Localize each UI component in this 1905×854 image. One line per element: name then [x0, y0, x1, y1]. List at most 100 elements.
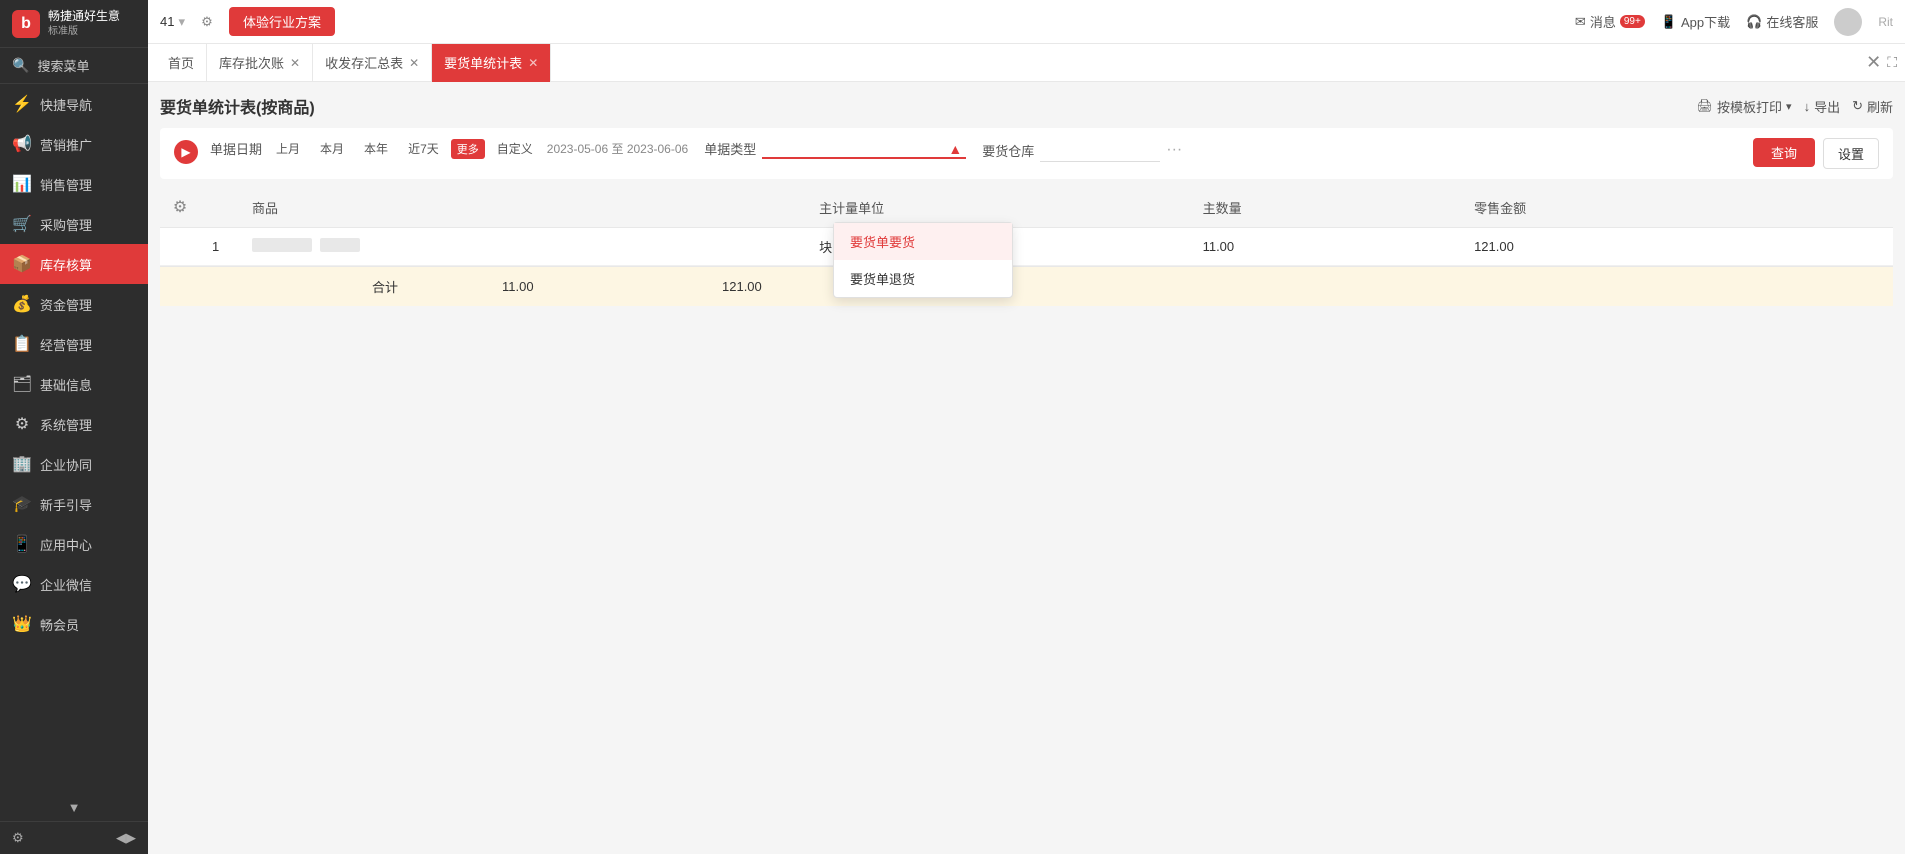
- date-btn-this-year[interactable]: 本年: [356, 138, 396, 159]
- date-btn-more[interactable]: 更多: [451, 139, 485, 159]
- trial-button[interactable]: 体验行业方案: [229, 7, 335, 36]
- tab-close-receive[interactable]: ✕: [409, 56, 419, 70]
- sidebar-item-inventory[interactable]: 📦 库存核算: [0, 244, 148, 284]
- message-icon: ✉: [1575, 14, 1586, 30]
- sidebar-item-operations[interactable]: 📋 经营管理: [0, 324, 148, 364]
- col-product-header: 商品: [240, 187, 807, 228]
- tab-order-summary[interactable]: 要货单统计表 ✕: [432, 44, 551, 82]
- table-row: 1 块 11.00 121.00: [160, 228, 1893, 266]
- app-logo-text: 畅捷通好生意 标准版: [48, 9, 120, 38]
- tab-maximize-icon[interactable]: ⛶: [1887, 54, 1897, 71]
- sidebar-item-purchase[interactable]: 🛒 采购管理: [0, 204, 148, 244]
- filter-group: 单据日期 上月 本月 本年 近7天 更多 自定义 2023-05-06 至 20…: [210, 138, 1741, 162]
- tab-receive-summary[interactable]: 收发存汇总表 ✕: [313, 44, 432, 82]
- page-actions: 🖨 按模板打印 ▾ ↓ 导出 ↻ 刷新: [1697, 97, 1894, 116]
- refresh-action[interactable]: ↻ 刷新: [1852, 97, 1893, 116]
- query-button[interactable]: 查询: [1753, 138, 1815, 167]
- sidebar-item-marketing[interactable]: 📢 营销推广: [0, 124, 148, 164]
- tab-close-all-icon[interactable]: ✕: [1866, 52, 1881, 73]
- page-title-bar: 要货单统计表(按商品) 🖨 按模板打印 ▾ ↓ 导出 ↻ 刷新: [160, 94, 1893, 118]
- sidebar-settings-icon[interactable]: ⚙: [12, 830, 24, 846]
- type-select[interactable]: ▲: [762, 138, 966, 159]
- top-bar: 41 ▾ ⚙ 体验行业方案 ✉ 消息 99+ 📱 App下载 🎧 在线客服 Ri…: [148, 0, 1905, 44]
- page-title: 要货单统计表(按商品): [160, 94, 315, 118]
- date-btn-custom[interactable]: 自定义: [489, 138, 541, 159]
- col-qty-header: 主数量: [1191, 187, 1462, 228]
- date-btn-this-month[interactable]: 本月: [312, 138, 352, 159]
- chevron-down-icon: ▾: [178, 14, 185, 30]
- col-settings-header[interactable]: ⚙: [160, 187, 200, 228]
- nav-icon-basic-info: 🗂: [12, 374, 32, 394]
- sidebar-collapse-icon[interactable]: ◀▶: [116, 830, 136, 846]
- dropdown-item-order-goods[interactable]: 要货单要货: [834, 223, 1012, 260]
- type-dropdown: 要货单要货 要货单退货: [833, 222, 1013, 298]
- nav-icon-system: ⚙: [12, 414, 32, 434]
- messages-badge: 99+: [1620, 15, 1645, 28]
- user-name: Rit: [1878, 15, 1893, 29]
- nav-icon-enterprise: 🏢: [12, 454, 32, 474]
- top-bar-right: ✉ 消息 99+ 📱 App下载 🎧 在线客服 Rit: [1575, 8, 1893, 36]
- sidebar-item-enterprise[interactable]: 🏢 企业协同: [0, 444, 148, 484]
- date-btn-last-month[interactable]: 上月: [268, 138, 308, 159]
- col-seq-header: [200, 187, 240, 228]
- sidebar-scroll-down[interactable]: ▼: [0, 794, 148, 821]
- table-section: ⚙ 商品 主计量单位 主数量 零售金额 1: [160, 187, 1893, 306]
- warehouse-select[interactable]: [1040, 138, 1160, 162]
- filter-type: 单据类型 ▲: [704, 138, 966, 159]
- tab-bar: 首页 库存批次账 ✕ 收发存汇总表 ✕ 要货单统计表 ✕ ✕ ⛶: [148, 44, 1905, 82]
- tab-expand-area: ✕ ⛶: [1866, 52, 1897, 73]
- nav-icon-wechat: 💬: [12, 574, 32, 594]
- sidebar-item-app-center[interactable]: 📱 应用中心: [0, 524, 148, 564]
- nav-icon-guide: 🎓: [12, 494, 32, 514]
- nav-icon-members: 👑: [12, 614, 32, 634]
- online-service-item[interactable]: 🎧 在线客服: [1746, 12, 1818, 31]
- export-icon: ↓: [1804, 99, 1811, 114]
- sidebar-item-sales[interactable]: 📊 销售管理: [0, 164, 148, 204]
- tab-close-order[interactable]: ✕: [528, 56, 538, 70]
- download-icon: 📱: [1661, 14, 1677, 30]
- nav-icon-inventory: 📦: [12, 254, 32, 274]
- footer-label: 合计: [372, 277, 502, 296]
- tab-home[interactable]: 首页: [156, 44, 207, 82]
- settings-button[interactable]: 设置: [1823, 138, 1879, 169]
- sidebar-logo: b 畅捷通好生意 标准版: [0, 0, 148, 48]
- avatar[interactable]: [1834, 8, 1862, 36]
- headset-icon: 🎧: [1746, 14, 1762, 30]
- dropdown-item-order-return[interactable]: 要货单退货: [834, 260, 1012, 297]
- nav-icon-finance: 💰: [12, 294, 32, 314]
- app-download-item[interactable]: 📱 App下载: [1661, 12, 1730, 31]
- data-table: ⚙ 商品 主计量单位 主数量 零售金额 1: [160, 187, 1893, 266]
- warehouse-more-icon[interactable]: ···: [1166, 141, 1182, 159]
- export-action[interactable]: ↓ 导出: [1804, 97, 1841, 116]
- row-empty-cell: [1790, 228, 1893, 266]
- sidebar-item-basic-info[interactable]: 🗂 基础信息: [0, 364, 148, 404]
- print-chevron-icon: ▾: [1786, 100, 1792, 113]
- top-bar-left: 41 ▾ ⚙ 体验行业方案: [160, 7, 335, 36]
- sidebar-bottom: ⚙ ◀▶: [0, 821, 148, 854]
- sidebar-item-guide[interactable]: 🎓 新手引导: [0, 484, 148, 524]
- col-empty-header: [1790, 187, 1893, 228]
- sidebar-nav: ⚡ 快捷导航 📢 营销推广 📊 销售管理 🛒 采购管理 📦 库存核算 💰 资金管…: [0, 84, 148, 794]
- sidebar-search[interactable]: 🔍 搜索菜单: [0, 48, 148, 84]
- messages-item[interactable]: ✉ 消息 99+: [1575, 12, 1645, 31]
- store-selector[interactable]: 41 ▾: [160, 14, 185, 30]
- sidebar-item-system[interactable]: ⚙ 系统管理: [0, 404, 148, 444]
- tab-close-batch[interactable]: ✕: [290, 56, 300, 70]
- sidebar-item-wechat[interactable]: 💬 企业微信: [0, 564, 148, 604]
- type-select-input[interactable]: [762, 138, 966, 159]
- store-settings-button[interactable]: ⚙: [193, 8, 221, 36]
- print-icon: 🖨: [1697, 98, 1714, 114]
- date-btn-7days[interactable]: 近7天: [400, 138, 447, 159]
- filter-toggle-button[interactable]: ▶: [174, 140, 198, 164]
- sidebar-item-members[interactable]: 👑 畅会员: [0, 604, 148, 644]
- col-amount-header: 零售金额: [1462, 187, 1790, 228]
- print-action[interactable]: 🖨 按模板打印 ▾: [1697, 97, 1792, 116]
- search-icon: 🔍: [12, 57, 29, 74]
- filter-date: 单据日期 上月 本月 本年 近7天 更多 自定义 2023-05-06 至 20…: [210, 138, 688, 159]
- sidebar-item-quick-nav[interactable]: ⚡ 快捷导航: [0, 84, 148, 124]
- date-shortcuts: 上月 本月 本年 近7天 更多 自定义: [268, 138, 541, 159]
- sidebar-item-finance[interactable]: 💰 资金管理: [0, 284, 148, 324]
- row-amount-cell: 121.00: [1462, 228, 1790, 266]
- tab-batch-account[interactable]: 库存批次账 ✕: [207, 44, 313, 82]
- filter-actions: 查询 设置: [1753, 138, 1879, 169]
